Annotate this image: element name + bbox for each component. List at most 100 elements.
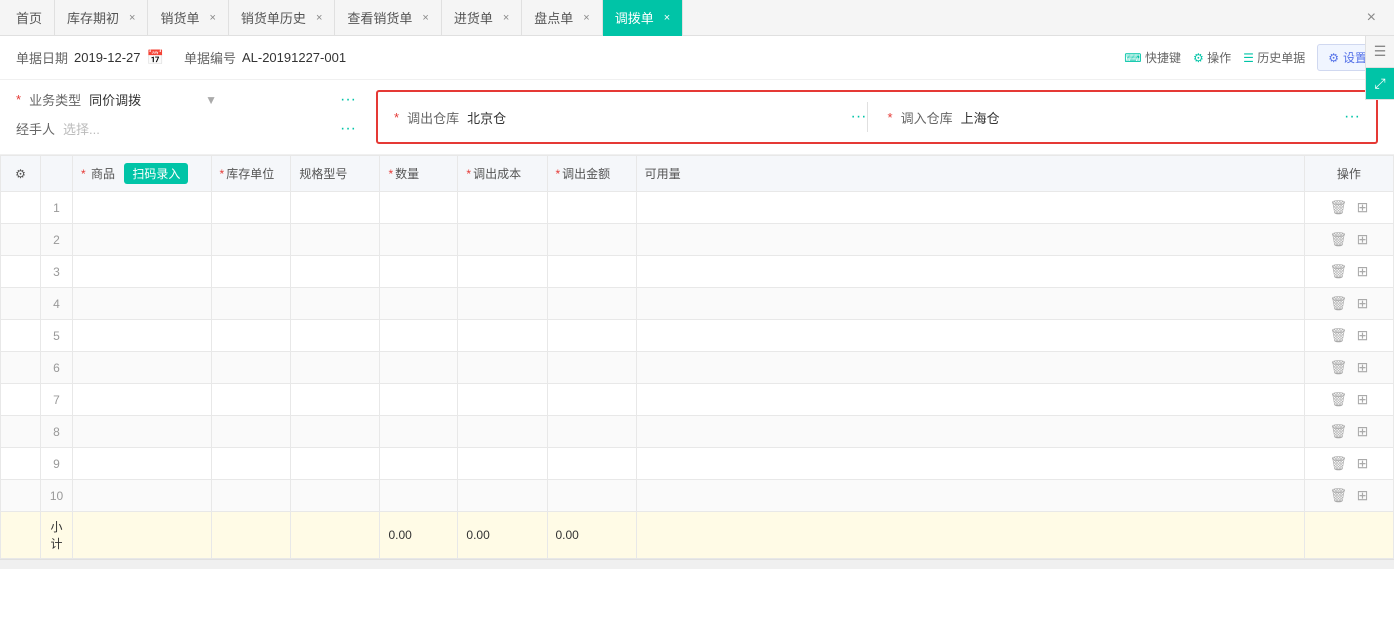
delete-icon-9[interactable]: 🗑: [1329, 455, 1347, 471]
row-spec-3[interactable]: [291, 256, 380, 288]
row-unit-2[interactable]: [211, 224, 291, 256]
copy-icon-3[interactable]: ⊞: [1357, 263, 1369, 279]
row-cost-2[interactable]: [458, 224, 547, 256]
tab-sales-order-close[interactable]: ×: [209, 12, 215, 24]
row-product-6[interactable]: [73, 352, 212, 384]
scan-barcode-button[interactable]: 扫码录入: [124, 163, 188, 184]
copy-icon-2[interactable]: ⊞: [1357, 231, 1369, 247]
row-unit-1[interactable]: [211, 192, 291, 224]
warehouse-in-more-icon[interactable]: ···: [1344, 108, 1360, 126]
row-amount-6[interactable]: [547, 352, 636, 384]
row-quantity-8[interactable]: [380, 416, 458, 448]
calendar-icon[interactable]: 📅: [147, 49, 164, 66]
row-spec-5[interactable]: [291, 320, 380, 352]
row-amount-5[interactable]: [547, 320, 636, 352]
row-unit-10[interactable]: [211, 480, 291, 512]
row-product-1[interactable]: [73, 192, 212, 224]
tab-home[interactable]: 首页: [4, 0, 55, 36]
row-cost-1[interactable]: [458, 192, 547, 224]
row-spec-9[interactable]: [291, 448, 380, 480]
shortcut-action[interactable]: ⌨ 快捷键: [1124, 49, 1181, 66]
row-quantity-10[interactable]: [380, 480, 458, 512]
row-product-3[interactable]: [73, 256, 212, 288]
tab-inventory-open-close[interactable]: ×: [129, 12, 135, 24]
row-quantity-3[interactable]: [380, 256, 458, 288]
row-available-7[interactable]: [636, 384, 1304, 416]
row-amount-4[interactable]: [547, 288, 636, 320]
date-value[interactable]: 2019-12-27: [74, 50, 141, 65]
row-product-9[interactable]: [73, 448, 212, 480]
row-available-9[interactable]: [636, 448, 1304, 480]
row-quantity-2[interactable]: [380, 224, 458, 256]
row-product-8[interactable]: [73, 416, 212, 448]
tab-purchase-order[interactable]: 进货单 ×: [442, 0, 522, 36]
row-unit-9[interactable]: [211, 448, 291, 480]
copy-icon-5[interactable]: ⊞: [1357, 327, 1369, 343]
copy-icon-10[interactable]: ⊞: [1357, 487, 1369, 503]
delete-icon-5[interactable]: 🗑: [1329, 327, 1347, 343]
row-spec-7[interactable]: [291, 384, 380, 416]
row-cost-3[interactable]: [458, 256, 547, 288]
row-spec-6[interactable]: [291, 352, 380, 384]
delete-icon-7[interactable]: 🗑: [1329, 391, 1347, 407]
row-product-4[interactable]: [73, 288, 212, 320]
copy-icon-6[interactable]: ⊞: [1357, 359, 1369, 375]
row-product-7[interactable]: [73, 384, 212, 416]
row-unit-4[interactable]: [211, 288, 291, 320]
row-quantity-6[interactable]: [380, 352, 458, 384]
row-cost-8[interactable]: [458, 416, 547, 448]
row-spec-2[interactable]: [291, 224, 380, 256]
history-action[interactable]: ☰ 历史单据: [1243, 49, 1305, 66]
row-available-1[interactable]: [636, 192, 1304, 224]
row-cost-6[interactable]: [458, 352, 547, 384]
tab-view-sales-close[interactable]: ×: [422, 12, 428, 24]
row-cost-5[interactable]: [458, 320, 547, 352]
row-quantity-1[interactable]: [380, 192, 458, 224]
row-unit-6[interactable]: [211, 352, 291, 384]
tab-sales-order[interactable]: 销货单 ×: [148, 0, 228, 36]
copy-icon-8[interactable]: ⊞: [1357, 423, 1369, 439]
tab-sales-history[interactable]: 销货单历史 ×: [229, 0, 335, 36]
row-spec-1[interactable]: [291, 192, 380, 224]
operation-action[interactable]: ⚙ 操作: [1193, 49, 1231, 66]
tab-transfer-order[interactable]: 调拨单 ×: [603, 0, 683, 36]
tab-inventory-open[interactable]: 库存期初 ×: [55, 0, 148, 36]
row-spec-8[interactable]: [291, 416, 380, 448]
delete-icon-4[interactable]: 🗑: [1329, 295, 1347, 311]
row-cost-7[interactable]: [458, 384, 547, 416]
window-close-button[interactable]: ×: [1361, 9, 1382, 27]
row-product-10[interactable]: [73, 480, 212, 512]
row-cost-4[interactable]: [458, 288, 547, 320]
row-available-4[interactable]: [636, 288, 1304, 320]
row-quantity-5[interactable]: [380, 320, 458, 352]
copy-icon-9[interactable]: ⊞: [1357, 455, 1369, 471]
sidebar-list-button[interactable]: ☰: [1366, 36, 1394, 68]
delete-icon-3[interactable]: 🗑: [1329, 263, 1347, 279]
delete-icon-6[interactable]: 🗑: [1329, 359, 1347, 375]
tab-purchase-order-close[interactable]: ×: [503, 12, 509, 24]
row-amount-8[interactable]: [547, 416, 636, 448]
gear-col-icon[interactable]: ⚙: [15, 167, 26, 181]
row-quantity-7[interactable]: [380, 384, 458, 416]
business-type-dropdown-icon[interactable]: ▼: [205, 93, 217, 107]
row-amount-10[interactable]: [547, 480, 636, 512]
warehouse-out-more-icon[interactable]: ···: [851, 108, 867, 126]
handler-placeholder[interactable]: 选择...: [63, 119, 100, 138]
row-available-3[interactable]: [636, 256, 1304, 288]
handler-more-icon[interactable]: ···: [340, 120, 356, 138]
row-amount-1[interactable]: [547, 192, 636, 224]
row-amount-7[interactable]: [547, 384, 636, 416]
tab-view-sales[interactable]: 查看销货单 ×: [335, 0, 441, 36]
row-spec-4[interactable]: [291, 288, 380, 320]
sidebar-expand-button[interactable]: ⤢: [1366, 68, 1394, 100]
tab-inventory-count-close[interactable]: ×: [583, 12, 589, 24]
row-quantity-4[interactable]: [380, 288, 458, 320]
row-amount-9[interactable]: [547, 448, 636, 480]
row-cost-9[interactable]: [458, 448, 547, 480]
tab-inventory-count[interactable]: 盘点单 ×: [522, 0, 602, 36]
delete-icon-8[interactable]: 🗑: [1329, 423, 1347, 439]
row-available-5[interactable]: [636, 320, 1304, 352]
row-quantity-9[interactable]: [380, 448, 458, 480]
row-cost-10[interactable]: [458, 480, 547, 512]
tab-transfer-order-close[interactable]: ×: [664, 12, 670, 24]
